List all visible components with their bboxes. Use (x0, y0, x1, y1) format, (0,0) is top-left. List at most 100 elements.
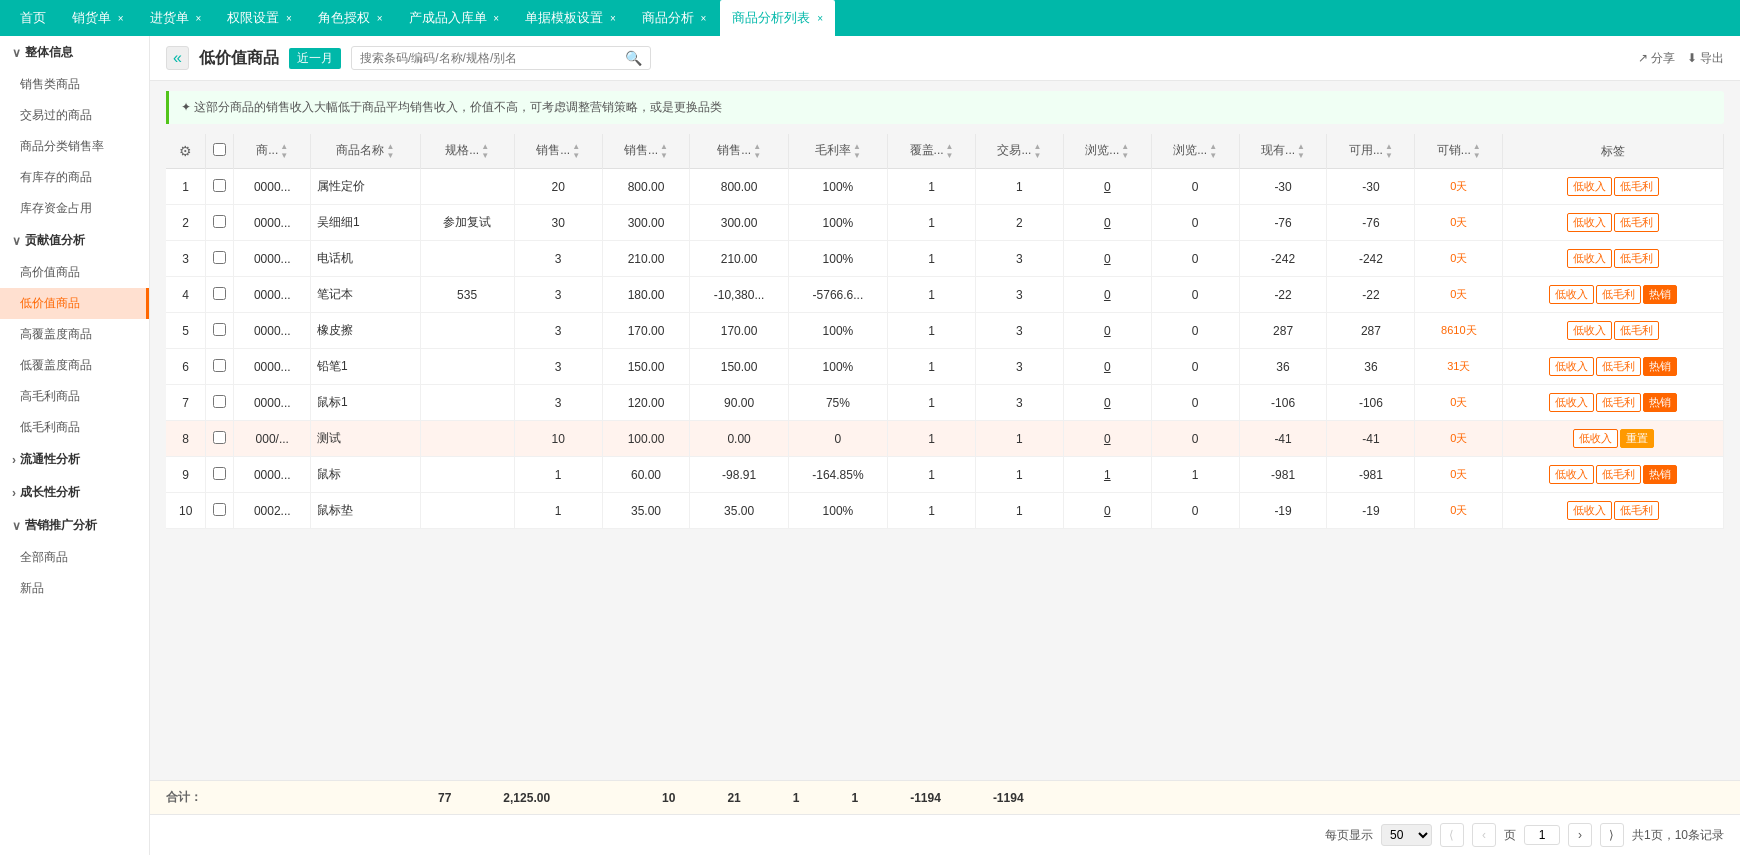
sidebar-item-商品分类销售率[interactable]: 商品分类销售率 (0, 131, 149, 162)
sidebar-item-有库存的商品[interactable]: 有库存的商品 (0, 162, 149, 193)
sidebar-item-低毛利商品[interactable]: 低毛利商品 (0, 412, 149, 443)
col-header-margin[interactable]: 毛利率▲▼ (788, 134, 887, 169)
row-views1[interactable]: 0 (1063, 385, 1151, 421)
col-header-profit[interactable]: 销售...▲▼ (690, 134, 788, 169)
sidebar-item-低价值商品[interactable]: 低价值商品 (0, 288, 149, 319)
row-views1[interactable]: 0 (1063, 421, 1151, 457)
nav-item-单据模板设置[interactable]: 单据模板设置 × (513, 0, 628, 36)
row-checkbox[interactable] (206, 421, 234, 457)
col-header-views2[interactable]: 浏览...▲▼ (1151, 134, 1239, 169)
nav-item-商品分析列表[interactable]: 商品分析列表 × (720, 0, 835, 36)
nav-close-icon[interactable]: × (193, 13, 202, 24)
row-views1[interactable]: 0 (1063, 277, 1151, 313)
select-all-checkbox[interactable] (213, 143, 226, 156)
sidebar-item-高覆盖度商品[interactable]: 高覆盖度商品 (0, 319, 149, 350)
row-coverage: 1 (888, 385, 976, 421)
sidebar-group-整体信息[interactable]: ∨整体信息 (0, 36, 149, 69)
sidebar-item-高毛利商品[interactable]: 高毛利商品 (0, 381, 149, 412)
nav-close-icon[interactable]: × (491, 13, 500, 24)
search-input[interactable] (360, 51, 620, 65)
row-views1[interactable]: 1 (1063, 457, 1151, 493)
row-views1[interactable]: 0 (1063, 493, 1151, 529)
sidebar-item-库存资金占用[interactable]: 库存资金占用 (0, 193, 149, 224)
col-header-coverage[interactable]: 覆盖...▲▼ (888, 134, 976, 169)
nav-item-角色授权[interactable]: 角色授权 × (306, 0, 395, 36)
row-name: 属性定价 (311, 169, 420, 205)
nav-item-销货单[interactable]: 销货单 × (60, 0, 136, 36)
row-views1[interactable]: 0 (1063, 205, 1151, 241)
views1-value[interactable]: 0 (1104, 504, 1111, 518)
sidebar-group-营销推广分析[interactable]: ∨营销推广分析 (0, 509, 149, 542)
search-box[interactable]: 🔍 (351, 46, 651, 70)
nav-item-产成品入库单[interactable]: 产成品入库单 × (397, 0, 512, 36)
row-checkbox[interactable] (206, 313, 234, 349)
sidebar-item-交易过的商品[interactable]: 交易过的商品 (0, 100, 149, 131)
row-views1[interactable]: 0 (1063, 169, 1151, 205)
views1-value[interactable]: 0 (1104, 324, 1111, 338)
col-header-current[interactable]: 现有...▲▼ (1239, 134, 1327, 169)
views1-value[interactable]: 0 (1104, 180, 1111, 194)
sidebar-item-高价值商品[interactable]: 高价值商品 (0, 257, 149, 288)
row-checkbox[interactable] (206, 169, 234, 205)
first-page-button[interactable]: ⟨ (1440, 823, 1464, 847)
table-wrapper: ⚙商...▲▼商品名称▲▼规格...▲▼销售...▲▼销售...▲▼销售...▲… (150, 134, 1740, 780)
col-header-code[interactable]: 商...▲▼ (234, 134, 311, 169)
sidebar-item-销售类商品[interactable]: 销售类商品 (0, 69, 149, 100)
per-page-select[interactable]: 50 20 100 (1381, 824, 1432, 846)
prev-page-button[interactable]: ‹ (1472, 823, 1496, 847)
col-header-amount[interactable]: 销售...▲▼ (602, 134, 690, 169)
row-views1[interactable]: 0 (1063, 349, 1151, 385)
nav-close-icon[interactable]: × (283, 13, 292, 24)
col-header-views1[interactable]: 浏览...▲▼ (1063, 134, 1151, 169)
filter-tag[interactable]: 近一月 (289, 48, 341, 69)
sidebar-group-流通性分析[interactable]: ›流通性分析 (0, 443, 149, 476)
sidebar-item-低覆盖度商品[interactable]: 低覆盖度商品 (0, 350, 149, 381)
nav-item-权限设置[interactable]: 权限设置 × (215, 0, 304, 36)
views1-value[interactable]: 0 (1104, 252, 1111, 266)
nav-item-进货单[interactable]: 进货单 × (138, 0, 214, 36)
col-header-sellable[interactable]: 可销...▲▼ (1415, 134, 1503, 169)
nav-close-icon[interactable]: × (814, 13, 823, 24)
settings-icon[interactable]: ⚙ (179, 143, 192, 159)
views1-value[interactable]: 0 (1104, 396, 1111, 410)
row-checkbox[interactable] (206, 277, 234, 313)
nav-close-icon[interactable]: × (374, 13, 383, 24)
last-page-button[interactable]: ⟩ (1600, 823, 1624, 847)
nav-item-商品分析[interactable]: 商品分析 × (630, 0, 719, 36)
col-header-name[interactable]: 商品名称▲▼ (311, 134, 420, 169)
col-header-available[interactable]: 可用...▲▼ (1327, 134, 1415, 169)
page-number-input[interactable] (1524, 825, 1560, 845)
nav-close-icon[interactable]: × (607, 13, 616, 24)
nav-close-icon[interactable]: × (115, 13, 124, 24)
col-header-qty[interactable]: 销售...▲▼ (514, 134, 602, 169)
share-button[interactable]: ↗ 分享 (1638, 50, 1675, 67)
row-checkbox[interactable] (206, 385, 234, 421)
sidebar-group-成长性分析[interactable]: ›成长性分析 (0, 476, 149, 509)
row-checkbox[interactable] (206, 349, 234, 385)
row-qty: 3 (514, 313, 602, 349)
nav-close-icon[interactable]: × (698, 13, 707, 24)
collapse-sidebar-button[interactable]: « (166, 46, 189, 70)
nav-item-首页[interactable]: 首页 (8, 0, 58, 36)
views1-value[interactable]: 0 (1104, 360, 1111, 374)
views1-value[interactable]: 0 (1104, 288, 1111, 302)
tag-badge: 低收入 (1549, 465, 1594, 484)
views1-value[interactable]: 0 (1104, 216, 1111, 230)
views1-value[interactable]: 1 (1104, 468, 1111, 482)
row-views1[interactable]: 0 (1063, 313, 1151, 349)
col-header-trades[interactable]: 交易...▲▼ (975, 134, 1063, 169)
col-header-spec[interactable]: 规格...▲▼ (420, 134, 514, 169)
row-checkbox[interactable] (206, 205, 234, 241)
sidebar-group-贡献值分析[interactable]: ∨贡献值分析 (0, 224, 149, 257)
row-checkbox[interactable] (206, 493, 234, 529)
days-badge: 0天 (1450, 468, 1467, 480)
export-button[interactable]: ⬇ 导出 (1687, 50, 1724, 67)
row-checkbox[interactable] (206, 457, 234, 493)
row-checkbox[interactable] (206, 241, 234, 277)
sidebar-item-新品[interactable]: 新品 (0, 573, 149, 604)
row-code: 0000... (234, 205, 311, 241)
row-views1[interactable]: 0 (1063, 241, 1151, 277)
sidebar-item-全部商品[interactable]: 全部商品 (0, 542, 149, 573)
next-page-button[interactable]: › (1568, 823, 1592, 847)
views1-value[interactable]: 0 (1104, 432, 1111, 446)
